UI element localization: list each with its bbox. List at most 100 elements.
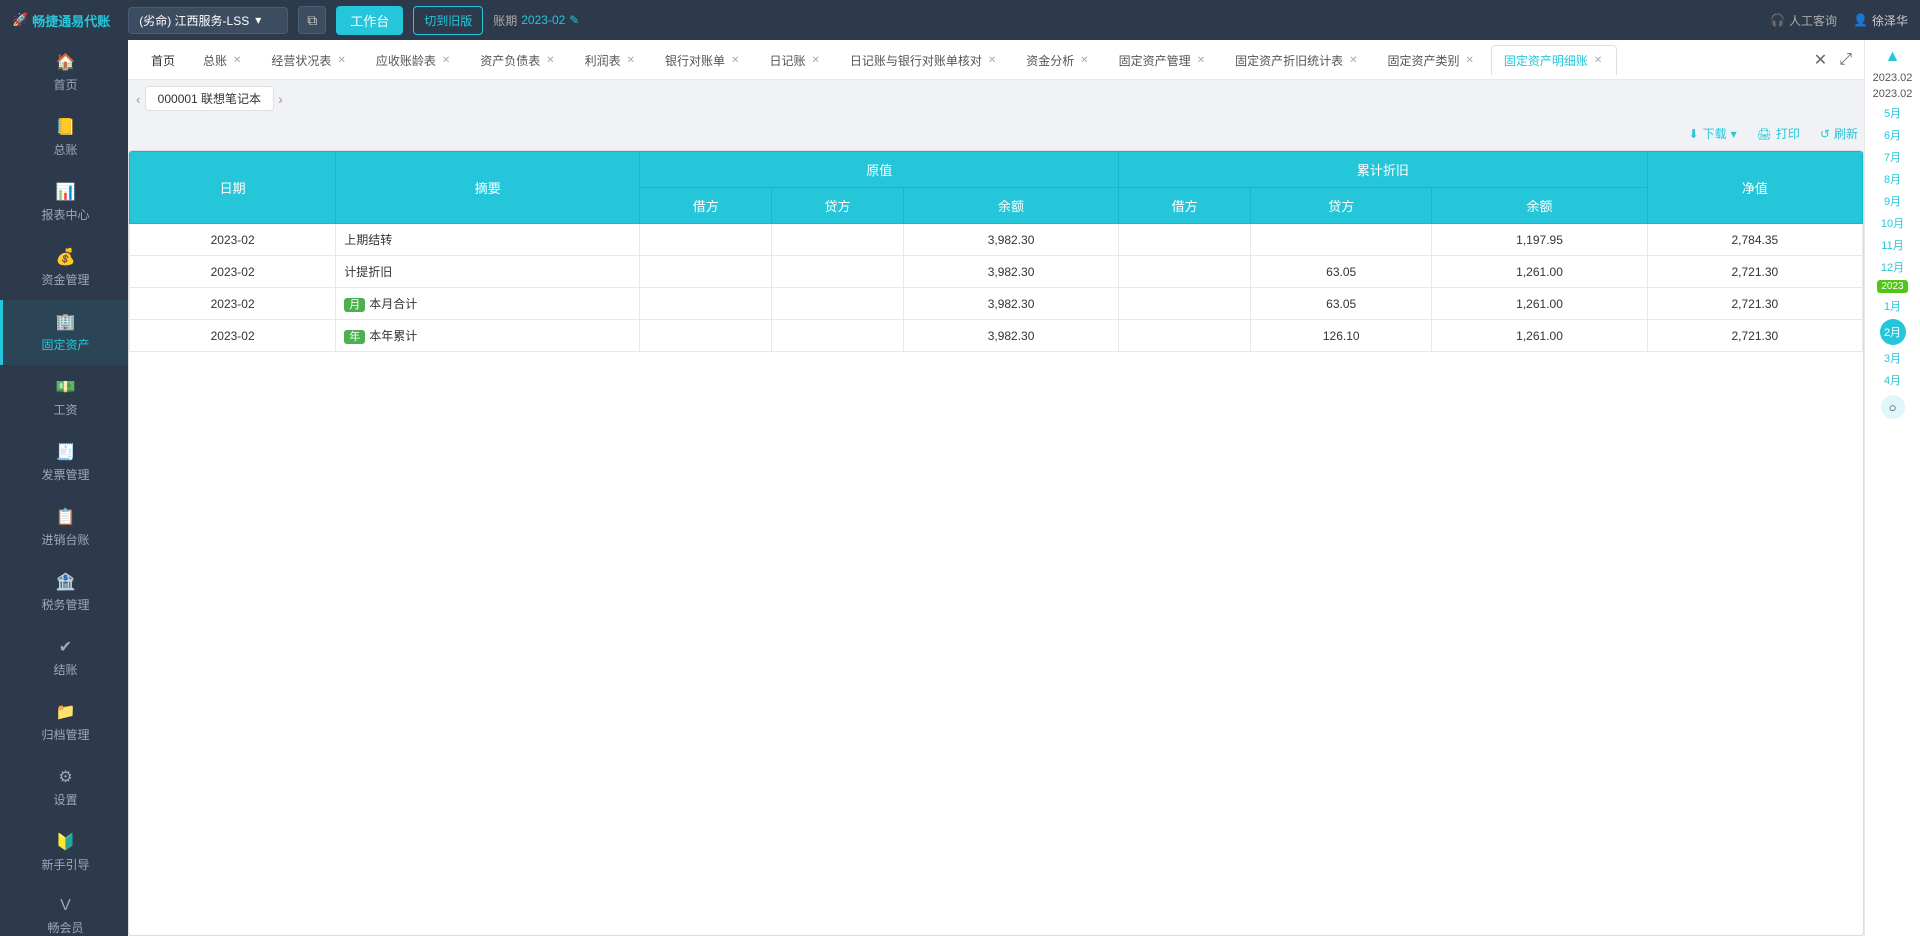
scroll-circle-button[interactable]: ○ [1881,395,1905,419]
month-item-4月[interactable]: 4月 [1880,369,1906,391]
company-selector[interactable]: (劣命) 江西服务-LSS ▾ [128,7,288,34]
tab-label-fixed-assets-depreciation: 固定资产折旧统计表 [1235,52,1343,69]
tab-label-receivable: 应收账龄表 [376,52,436,69]
sidebar-label-member: 畅会员 [47,919,83,936]
sidebar-label-tax: 税务管理 [41,596,89,613]
col-date: 日期 [130,152,336,224]
month-item-6月[interactable]: 6月 [1881,124,1904,146]
cell-acc-debit [1119,256,1251,288]
tab-business-status[interactable]: 经营状况表✕ [258,45,360,75]
toolbar: ⬇ 下载 ▾ 🖨 打印 ↺ 刷新 [128,117,1864,150]
sidebar-item-payroll[interactable]: 💵工资 [0,365,128,430]
invoice-icon: 🧾 [56,442,76,462]
sidebar-item-capital[interactable]: 💰资金管理 [0,235,128,300]
tab-close-all-button[interactable]: ✕ [1812,48,1829,72]
tab-close-fixed-assets-detail[interactable]: ✕ [1592,54,1604,67]
tab-close-ledger[interactable]: ✕ [231,54,243,67]
tab-bank-statement[interactable]: 银行对账单✕ [652,45,754,75]
month-item-10月[interactable]: 10月 [1881,212,1904,234]
refresh-icon: ↺ [1820,127,1830,141]
month-item-11月[interactable]: 11月 [1881,234,1904,256]
tab-daily-ledger[interactable]: 日记账✕ [756,45,834,75]
tab-daily-bank-check[interactable]: 日记账与银行对账单核对✕ [837,45,1011,75]
cell-date: 2023-02 [130,288,336,320]
tab-ledger[interactable]: 总账✕ [190,45,256,75]
tab-close-receivable[interactable]: ✕ [440,54,452,67]
month-item-12月[interactable]: 12月 [1881,256,1904,278]
tab-label-capital-analysis: 资金分析 [1026,52,1074,69]
settings-icon: ⚙ [58,767,72,787]
tab-profit[interactable]: 利润表 ✕ [572,45,650,75]
download-button[interactable]: ⬇ 下载 ▾ [1683,121,1743,146]
month-item-9月[interactable]: 9月 [1881,190,1904,212]
sidebar-item-ledger[interactable]: 📒总账 [0,105,128,170]
tab-home[interactable]: 首页 [138,45,188,75]
tab-capital-analysis[interactable]: 资金分析 ✕ [1013,45,1103,75]
archive-icon: 📁 [56,702,76,722]
tab-close-fixed-assets-mgmt[interactable]: ✕ [1195,54,1207,67]
sidebar-label-archive: 归档管理 [41,726,89,743]
user-profile[interactable]: 👤 徐泽华 [1853,12,1908,29]
tab-receivable[interactable]: 应收账龄表 ✕ [363,45,465,75]
month-item-1月[interactable]: 1月 [1880,295,1906,317]
col-acc-balance: 余额 [1432,188,1647,224]
cell-credit [772,320,904,352]
tab-label-profit: 利润表 [585,52,621,69]
settlement-icon: ✔ [59,637,72,657]
sidebar-item-fixed-assets[interactable]: 🏢固定资产 [0,300,128,365]
sidebar-label-reports: 报表中心 [41,206,89,223]
sidebar-item-home[interactable]: 🏠首页 [0,40,128,105]
tab-close-daily-bank-check[interactable]: ✕ [986,54,998,67]
col-accumulated-depreciation-group: 累计折旧 [1119,152,1647,188]
sidebar-item-invoice[interactable]: 🧾 发票管理 [0,430,128,495]
month-item-2月[interactable]: 2月 [1880,319,1906,345]
scroll-up-button[interactable]: ▲ [1881,44,1905,70]
refresh-button[interactable]: ↺ 刷新 [1814,121,1864,146]
month-item-5月[interactable]: 5月 [1881,102,1904,124]
tab-maximize-button[interactable]: ⤢ [1837,49,1854,71]
sidebar-item-tax[interactable]: 🏦税务管理 [0,560,128,625]
nav-next-button[interactable]: › [278,91,283,107]
tab-fixed-assets-depreciation[interactable]: 固定资产折旧统计表 ✕ [1222,45,1372,75]
tab-close-business-status[interactable]: ✕ [335,54,347,67]
tab-assets-liabilities[interactable]: 资产负债表✕ [467,45,569,75]
month-item-3月[interactable]: 3月 [1880,347,1906,369]
cell-acc-balance: 1,261.00 [1432,288,1647,320]
copy-button[interactable]: ⧉ [298,6,326,34]
sidebar-item-settlement[interactable]: ✔结账 [0,625,128,690]
sidebar-label-invoice: 发票管理 [41,466,89,483]
sidebar-label-home: 首页 [53,76,77,93]
tab-close-fixed-assets-type[interactable]: ✕ [1464,54,1476,67]
tab-close-assets-liabilities[interactable]: ✕ [544,54,556,67]
period-edit-icon[interactable]: ✎ [569,13,579,27]
sidebar-item-archive[interactable]: 📁 归档管理 [0,690,128,755]
month-item-8月[interactable]: 8月 [1881,168,1904,190]
tab-fixed-assets-type[interactable]: 固定资产类别✕ [1374,45,1488,75]
cell-net-value: 2,721.30 [1647,288,1862,320]
period-info: 账期 2023-02 ✎ [493,12,579,29]
sidebar-item-member[interactable]: V畅会员 [0,885,128,936]
tab-close-profit[interactable]: ✕ [625,54,637,67]
tab-close-fixed-assets-depreciation[interactable]: ✕ [1347,54,1359,67]
human-service-button[interactable]: 🎧 人工客询 [1770,12,1837,29]
month-item-7月[interactable]: 7月 [1881,146,1904,168]
sidebar-item-settings[interactable]: ⚙设置 [0,755,128,820]
workbench-button[interactable]: 工作台 [336,6,403,35]
switch-version-button[interactable]: 切到旧版 [413,6,483,35]
cell-date: 2023-02 [130,320,336,352]
tab-close-daily-ledger[interactable]: ✕ [809,54,821,67]
col-acc-credit: 贷方 [1250,188,1431,224]
sidebar-item-sales-ledger[interactable]: 📋进销台账 [0,495,128,560]
nav-prev-button[interactable]: ‹ [136,91,141,107]
table-row: 2023-02 年本年累计 3,982.30 126.10 1,261.00 2… [130,320,1863,352]
sidebar-label-guide: 新手引导 [41,856,89,873]
sidebar-item-guide[interactable]: 🔰新手引导 [0,820,128,885]
sidebar-item-reports[interactable]: 📊报表中心 [0,170,128,235]
tab-bar: 首页总账✕经营状况表✕应收账龄表✕资产负债表✕利润表✕银行对账单✕日记账✕日记账… [128,40,1864,80]
tab-bar-right: ✕ ⤢ [1812,48,1854,72]
tab-fixed-assets-mgmt[interactable]: 固定资产管理✕ [1106,45,1220,75]
tab-close-bank-statement[interactable]: ✕ [729,54,741,67]
tab-close-capital-analysis[interactable]: ✕ [1078,54,1090,67]
tab-fixed-assets-detail[interactable]: 固定资产明细账✕ [1491,45,1617,75]
print-button[interactable]: 🖨 打印 [1751,121,1806,146]
